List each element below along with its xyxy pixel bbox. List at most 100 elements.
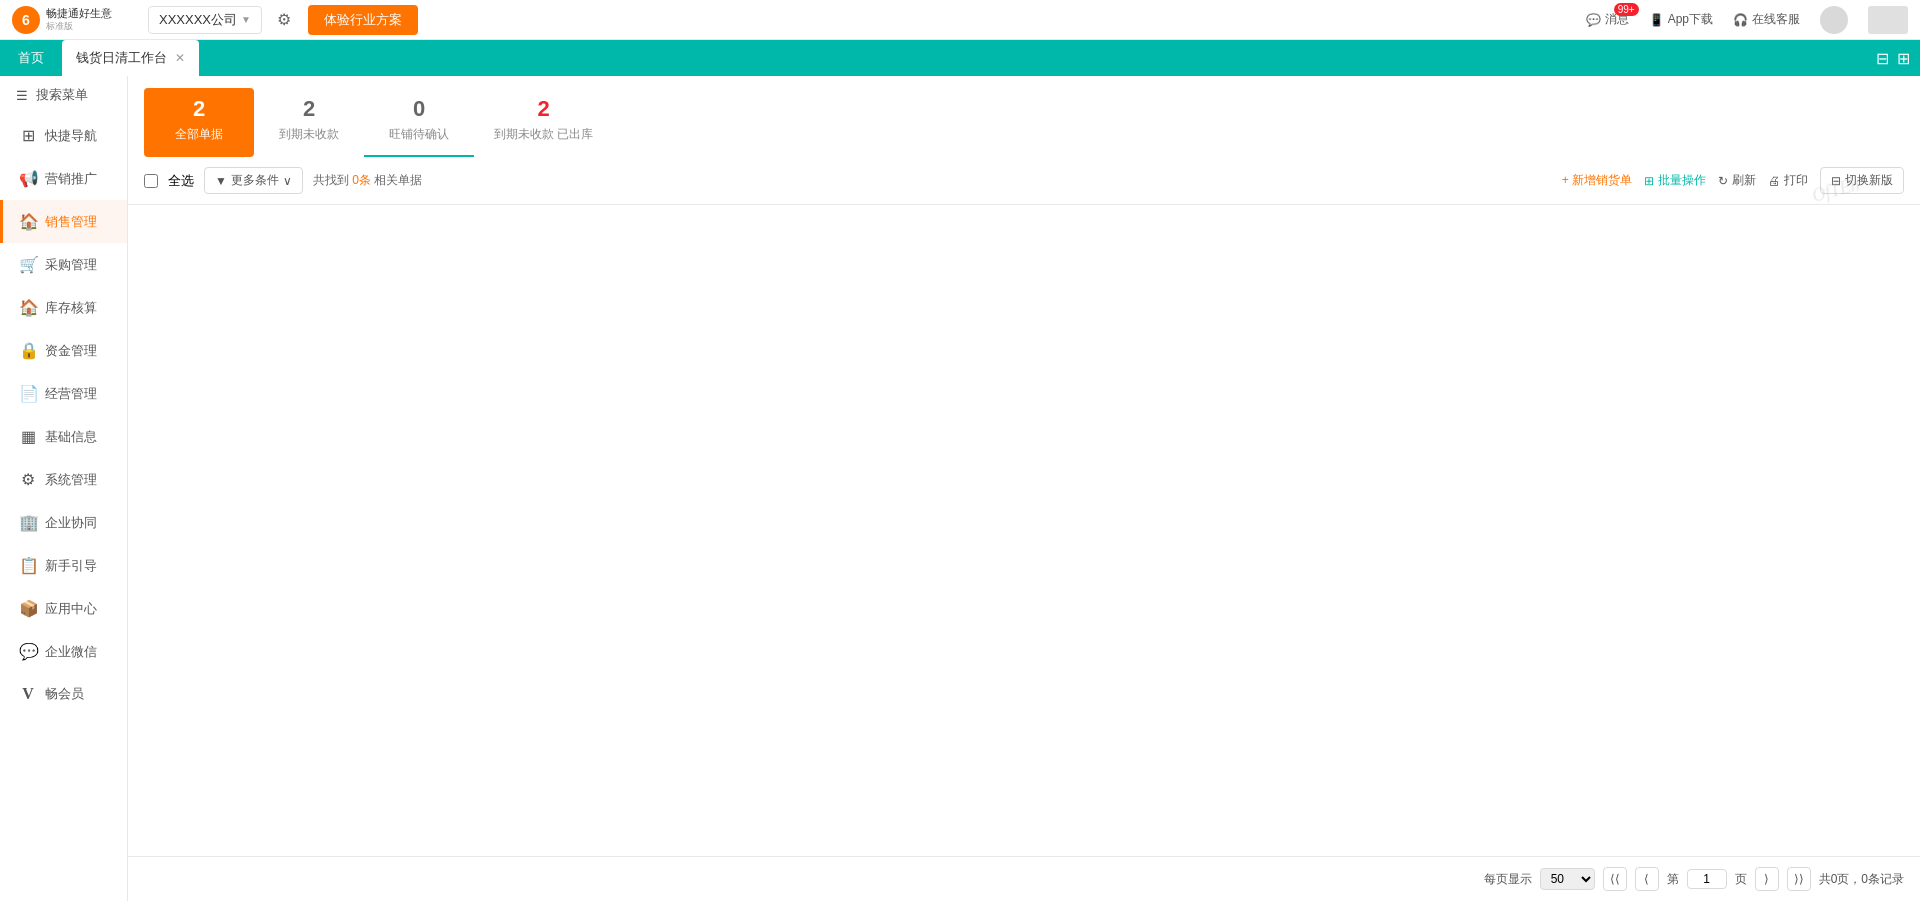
total-label: 共0页，0条记录 bbox=[1819, 871, 1904, 888]
sidebar: ☰ 搜索菜单 ⊞ 快捷导航 📢 营销推广 🏠 销售管理 🛒 采购管理 🏠 库存核… bbox=[0, 76, 128, 901]
select-all-label: 全选 bbox=[168, 172, 194, 190]
stat-count-overdue-out: 2 bbox=[494, 96, 593, 122]
select-all-checkbox[interactable] bbox=[144, 174, 158, 188]
stat-label-overdue: 到期未收款 bbox=[274, 126, 344, 143]
sidebar-item-guide[interactable]: 📋 新手引导 bbox=[0, 544, 127, 587]
quick-nav-icon: ⊞ bbox=[19, 126, 37, 145]
result-count: 0条 bbox=[352, 173, 371, 187]
new-order-button[interactable]: + 新增销货单 bbox=[1562, 172, 1632, 189]
download-icon: 📱 bbox=[1649, 13, 1664, 27]
stat-label-pending: 旺铺待确认 bbox=[384, 126, 454, 143]
basic-info-icon: ▦ bbox=[19, 427, 37, 446]
sidebar-item-app-center[interactable]: 📦 应用中心 bbox=[0, 587, 127, 630]
stat-tab-all[interactable]: 2 全部单据 bbox=[144, 88, 254, 157]
logo-icon: 6 bbox=[12, 6, 40, 34]
page-suffix: 页 bbox=[1735, 871, 1747, 888]
per-page-select[interactable]: 50 100 200 bbox=[1540, 868, 1595, 890]
prev-page-button[interactable]: ⟨ bbox=[1635, 867, 1659, 891]
top-right-actions: 💬 消息 99 📱 App下载 🎧 在线客服 bbox=[1586, 6, 1908, 34]
stat-label-overdue-out: 到期未收款 已出库 bbox=[494, 126, 593, 143]
marketing-icon: 📢 bbox=[19, 169, 37, 188]
message-icon: 💬 bbox=[1586, 13, 1601, 27]
stat-tab-overdue-out[interactable]: 2 到期未收款 已出库 bbox=[474, 88, 613, 157]
purchase-icon: 🛒 bbox=[19, 255, 37, 274]
stat-tab-pending[interactable]: 0 旺铺待确认 bbox=[364, 88, 474, 157]
filter-chevron-icon: ∨ bbox=[283, 174, 292, 188]
service-icon: 🎧 bbox=[1733, 13, 1748, 27]
sidebar-item-marketing[interactable]: 📢 营销推广 bbox=[0, 157, 127, 200]
operations-icon: 📄 bbox=[19, 384, 37, 403]
search-menu-button[interactable]: ☰ 搜索菜单 bbox=[0, 76, 127, 114]
sidebar-item-purchase[interactable]: 🛒 采购管理 bbox=[0, 243, 127, 286]
tab-home[interactable]: 首页 bbox=[0, 40, 62, 76]
first-page-button[interactable]: ⟨⟨ bbox=[1603, 867, 1627, 891]
trial-button[interactable]: 体验行业方案 bbox=[308, 5, 418, 35]
sidebar-item-quick-nav[interactable]: ⊞ 快捷导航 bbox=[0, 114, 127, 157]
filter-button[interactable]: ▼ 更多条件 ∨ bbox=[204, 167, 303, 194]
page-label: 第 bbox=[1667, 871, 1679, 888]
tab-active[interactable]: 钱货日清工作台 ✕ bbox=[62, 40, 199, 76]
sidebar-item-sales[interactable]: 🏠 销售管理 bbox=[0, 200, 127, 243]
stat-label-all: 全部单据 bbox=[164, 126, 234, 143]
system-icon: ⚙ bbox=[19, 470, 37, 489]
per-page-label: 每页显示 bbox=[1484, 871, 1532, 888]
online-service-button[interactable]: 🎧 在线客服 bbox=[1733, 11, 1800, 28]
filter-icon: ▼ bbox=[215, 174, 227, 188]
batch-icon: ⊞ bbox=[1644, 174, 1654, 188]
enterprise-icon: 🏢 bbox=[19, 513, 37, 532]
stats-tabs: 2 全部单据 2 到期未收款 0 旺铺待确认 2 到期未收款 已出库 bbox=[128, 76, 1920, 157]
tab-minimize-icon[interactable]: ⊟ bbox=[1876, 49, 1889, 68]
table-area bbox=[128, 205, 1920, 856]
sidebar-item-enterprise[interactable]: 🏢 企业协同 bbox=[0, 501, 127, 544]
messages-badge: 99 bbox=[1614, 3, 1639, 16]
avatar[interactable] bbox=[1820, 6, 1848, 34]
sidebar-item-wechat[interactable]: 💬 企业微信 bbox=[0, 630, 127, 673]
content-area: 2 全部单据 2 到期未收款 0 旺铺待确认 2 到期未收款 已出库 全选 bbox=[128, 76, 1920, 901]
sales-icon: 🏠 bbox=[19, 212, 37, 231]
logo-sub: 标准版 bbox=[46, 20, 112, 33]
sidebar-item-funds[interactable]: 🔒 资金管理 bbox=[0, 329, 127, 372]
company-selector[interactable]: XXXXXX公司 ▼ bbox=[148, 6, 262, 34]
switch-version-button[interactable]: ⊟ 切换新版 bbox=[1820, 167, 1904, 194]
next-page-button[interactable]: ⟩ bbox=[1755, 867, 1779, 891]
refresh-icon: ↻ bbox=[1718, 174, 1728, 188]
switch-icon: ⊟ bbox=[1831, 174, 1841, 188]
stat-count-pending: 0 bbox=[384, 96, 454, 122]
app-center-icon: 📦 bbox=[19, 599, 37, 618]
logo-name: 畅捷通好生意 bbox=[46, 6, 112, 20]
sidebar-item-inventory[interactable]: 🏠 库存核算 bbox=[0, 286, 127, 329]
page-input[interactable] bbox=[1687, 869, 1727, 889]
messages-button[interactable]: 💬 消息 99 bbox=[1586, 11, 1629, 28]
settings-button[interactable]: ⚙ bbox=[270, 6, 298, 34]
search-icon: ☰ bbox=[16, 88, 28, 103]
main-layout: ☰ 搜索菜单 ⊞ 快捷导航 📢 营销推广 🏠 销售管理 🛒 采购管理 🏠 库存核… bbox=[0, 76, 1920, 901]
sidebar-item-operations[interactable]: 📄 经营管理 bbox=[0, 372, 127, 415]
guide-icon: 📋 bbox=[19, 556, 37, 575]
stat-count-all: 2 bbox=[164, 96, 234, 122]
stat-tab-overdue[interactable]: 2 到期未收款 bbox=[254, 88, 364, 157]
refresh-button[interactable]: ↻ 刷新 bbox=[1718, 172, 1756, 189]
sidebar-item-system[interactable]: ⚙ 系统管理 bbox=[0, 458, 127, 501]
app-download-button[interactable]: 📱 App下载 bbox=[1649, 11, 1713, 28]
chevron-down-icon: ▼ bbox=[241, 14, 251, 25]
tab-maximize-icon[interactable]: ⊞ bbox=[1897, 49, 1910, 68]
print-button[interactable]: 🖨 打印 bbox=[1768, 172, 1808, 189]
tab-close-icon[interactable]: ✕ bbox=[175, 51, 185, 65]
funds-icon: 🔒 bbox=[19, 341, 37, 360]
wechat-icon: 💬 bbox=[19, 642, 37, 661]
company-name: XXXXXX公司 bbox=[159, 11, 237, 29]
top-bar: 6 畅捷通好生意 标准版 XXXXXX公司 ▼ ⚙ 体验行业方案 💬 消息 99… bbox=[0, 0, 1920, 40]
batch-operation-button[interactable]: ⊞ 批量操作 bbox=[1644, 172, 1706, 189]
sidebar-item-member[interactable]: V 畅会员 bbox=[0, 673, 127, 715]
tab-bar: 首页 钱货日清工作台 ✕ ⊟ ⊞ bbox=[0, 40, 1920, 76]
last-page-button[interactable]: ⟩⟩ bbox=[1787, 867, 1811, 891]
toolbar: 全选 ▼ 更多条件 ∨ 共找到 0条 相关单据 + 新增销货单 ⊞ 批量操作 bbox=[128, 157, 1920, 205]
logo-area: 6 畅捷通好生意 标准版 bbox=[12, 6, 140, 34]
stat-count-overdue: 2 bbox=[274, 96, 344, 122]
result-text: 共找到 0条 相关单据 bbox=[313, 172, 422, 189]
inventory-icon: 🏠 bbox=[19, 298, 37, 317]
user-menu[interactable] bbox=[1868, 6, 1908, 34]
print-icon: 🖨 bbox=[1768, 174, 1780, 188]
sidebar-item-basic-info[interactable]: ▦ 基础信息 bbox=[0, 415, 127, 458]
member-icon: V bbox=[19, 685, 37, 703]
